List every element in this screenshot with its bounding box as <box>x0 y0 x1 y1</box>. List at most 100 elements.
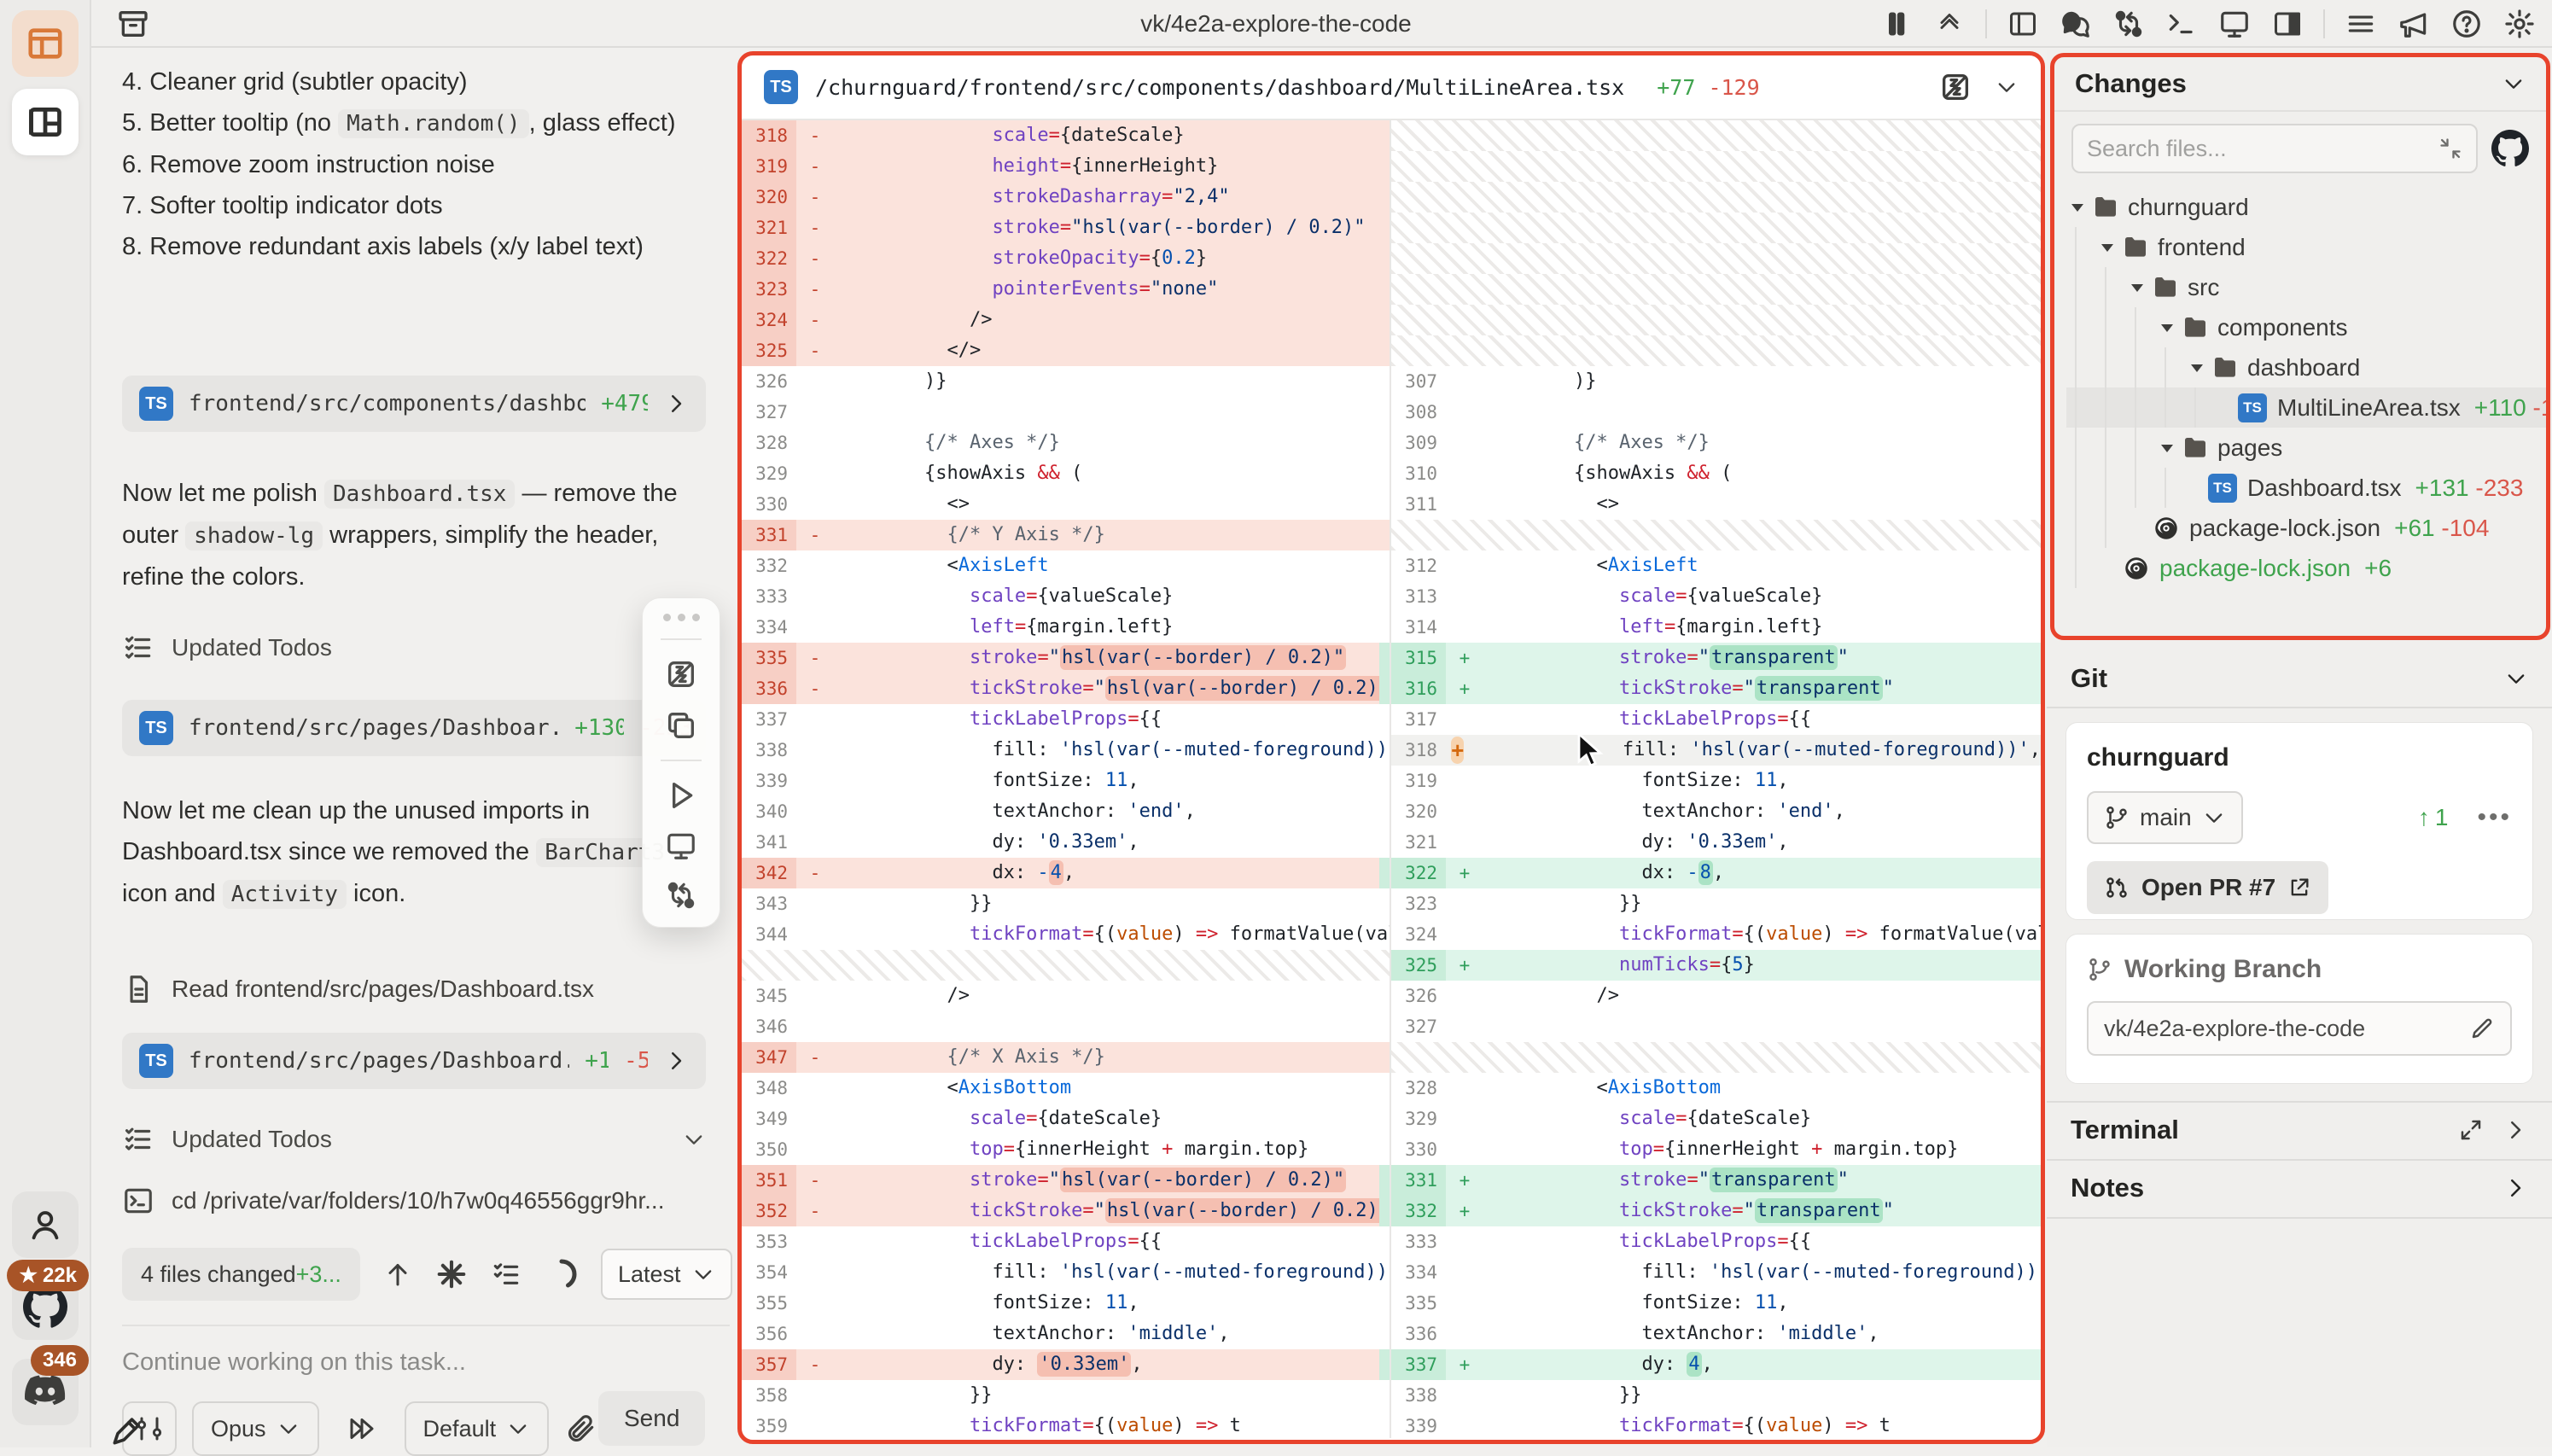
archive-icon[interactable] <box>116 7 150 41</box>
panel-right-icon[interactable] <box>2270 7 2304 41</box>
line-number: 323 <box>1391 888 1446 919</box>
diff-marker: - <box>796 1354 834 1375</box>
tree-file-package-lock.json[interactable]: package-lock.json+6 <box>2066 548 2546 588</box>
floating-toolbar[interactable] <box>642 597 720 928</box>
send-button[interactable]: Send <box>598 1391 705 1446</box>
diff-line: 337+ dy: 4, <box>1391 1349 2041 1380</box>
branch-dropdown[interactable]: main <box>2087 791 2243 844</box>
terminal-section-header[interactable]: Terminal <box>2047 1103 2552 1157</box>
menu-icon[interactable] <box>2344 7 2378 41</box>
tree-file-MultiLineArea.tsx[interactable]: TSMultiLineArea.tsx+110 -162 <box>2066 387 2546 428</box>
chevron-right-icon[interactable] <box>2502 1117 2528 1143</box>
file-change-chip[interactable]: TS frontend/src/pages/Dashboard.tsx +1 -… <box>122 1033 706 1089</box>
tree-folder-frontend[interactable]: frontend <box>2066 227 2546 267</box>
diff-line: 323 }} <box>1391 888 2041 919</box>
folder-icon <box>2182 434 2209 462</box>
version-dropdown[interactable]: Latest <box>601 1249 732 1300</box>
diff-new-pane: 307 )}308309 {/* Axes */}310 {showAxis &… <box>1391 120 2041 1438</box>
diff-line: 320 textAnchor: 'end', <box>1391 796 2041 827</box>
discord-button[interactable]: 346 <box>12 1359 79 1425</box>
caret-down-icon[interactable] <box>2186 358 2208 378</box>
file-change-chip[interactable]: TS frontend/src/components/dashboa... +4… <box>122 376 706 432</box>
tree-folder-pages[interactable]: pages <box>2066 428 2546 468</box>
tree-folder-components[interactable]: components <box>2066 307 2546 347</box>
megaphone-icon[interactable] <box>2397 7 2431 41</box>
line-number: 353 <box>742 1226 796 1257</box>
message-input[interactable]: Continue working on this task... <box>122 1348 706 1377</box>
chevron-down-icon[interactable] <box>682 1127 706 1151</box>
tree-folder-churnguard[interactable]: churnguard <box>2066 187 2546 227</box>
monitor-icon[interactable] <box>665 830 697 862</box>
topbar: vk/4e2a-explore-the-code <box>0 0 2552 48</box>
collapse-icon[interactable] <box>2438 137 2462 160</box>
tree-folder-dashboard[interactable]: dashboard <box>2066 347 2546 387</box>
caret-down-icon[interactable] <box>2156 438 2178 458</box>
board-tab-button[interactable] <box>12 89 79 155</box>
chevron-down-icon[interactable] <box>1995 75 2019 99</box>
arrow-up-icon[interactable] <box>382 1257 413 1291</box>
todo-list-icon[interactable] <box>490 1257 522 1291</box>
chat-bubbles-icon[interactable] <box>2059 7 2093 41</box>
model-dropdown[interactable]: Opus <box>192 1401 319 1456</box>
working-branch-input[interactable]: vk/4e2a-explore-the-code <box>2087 1001 2512 1056</box>
drag-dots-icon[interactable] <box>663 614 700 621</box>
git-compare-icon[interactable] <box>665 879 697 911</box>
github-icon[interactable] <box>2491 130 2529 167</box>
line-number: 315 <box>1391 643 1446 673</box>
file-change-chip[interactable]: TS frontend/src/pages/Dashboar... +130 -… <box>122 700 706 756</box>
caret-down-icon[interactable] <box>2066 197 2089 218</box>
panel-left-icon[interactable] <box>2006 7 2040 41</box>
tree-folder-src[interactable]: src <box>2066 267 2546 307</box>
notes-section-header[interactable]: Notes <box>2047 1161 2552 1215</box>
read-file-label: Read frontend/src/pages/Dashboard.tsx <box>172 976 594 1003</box>
diff-file-icon[interactable] <box>664 657 698 691</box>
git-section-header[interactable]: Git <box>2047 652 2552 705</box>
read-file-row[interactable]: Read frontend/src/pages/Dashboard.tsx <box>122 973 706 1005</box>
terminal-command-row[interactable]: cd /private/var/folders/10/h7w0q46556ggr… <box>122 1185 706 1217</box>
tree-item-label: MultiLineArea.tsx <box>2277 394 2461 422</box>
caret-down-icon[interactable] <box>2156 317 2178 338</box>
diff-view-icon[interactable] <box>1938 70 1972 104</box>
tree-file-Dashboard.tsx[interactable]: TSDashboard.tsx+131 -233 <box>2066 468 2546 508</box>
divider <box>2047 707 2552 708</box>
github-button[interactable]: ★ 22k <box>12 1273 79 1340</box>
pen-icon[interactable] <box>108 1412 146 1449</box>
git-compare-icon[interactable] <box>2112 7 2146 41</box>
tree-file-package-lock.json[interactable]: package-lock.json+61 -104 <box>2066 508 2546 548</box>
caret-down-icon[interactable] <box>2126 277 2148 298</box>
updated-todos-row[interactable]: Updated Todos <box>122 1123 706 1156</box>
caret-down-icon[interactable] <box>2096 237 2118 258</box>
left-rail: ★ 22k 346 <box>0 0 91 1447</box>
tree-item-label: package-lock.json <box>2159 555 2351 582</box>
copy-icon[interactable] <box>664 708 698 743</box>
pencil-icon[interactable] <box>2469 1016 2495 1041</box>
chevron-right-icon[interactable] <box>2502 1175 2528 1201</box>
fast-forward-button[interactable] <box>335 1401 389 1456</box>
more-options-button[interactable]: ••• <box>2477 803 2512 832</box>
account-button[interactable] <box>12 1191 79 1258</box>
monitor-icon[interactable] <box>2217 7 2252 41</box>
play-icon[interactable] <box>664 778 698 812</box>
package-lock-icon <box>2152 514 2181 543</box>
expand-icon[interactable] <box>2458 1117 2484 1143</box>
updated-todos-row[interactable]: Updated Todos <box>122 632 706 664</box>
files-changed-chip[interactable]: 4 files changed +3... <box>122 1248 360 1301</box>
line-number: 307 <box>1391 366 1446 397</box>
help-icon[interactable] <box>2450 7 2484 41</box>
paperclip-icon[interactable] <box>564 1412 598 1446</box>
search-files-input[interactable]: Search files... <box>2071 124 2478 173</box>
add-comment-button[interactable]: + <box>1451 737 1464 764</box>
settings-icon[interactable] <box>2502 7 2537 41</box>
spark-icon[interactable] <box>435 1257 468 1291</box>
pause-icon[interactable] <box>1879 7 1914 41</box>
open-pr-button[interactable]: Open PR #7 <box>2087 861 2328 914</box>
workspace-tab-button[interactable] <box>12 10 79 77</box>
terminal-icon[interactable] <box>2165 7 2199 41</box>
chevron-down-icon[interactable] <box>2502 72 2526 96</box>
mode-dropdown[interactable]: Default <box>405 1401 550 1456</box>
checklist-icon <box>122 632 154 664</box>
diff-line: 349 scale={dateScale} <box>742 1104 1390 1134</box>
collapse-up-icon[interactable] <box>1932 7 1966 41</box>
folder-icon <box>2152 274 2179 301</box>
diff-line: 353 tickLabelProps={{ <box>742 1226 1390 1257</box>
